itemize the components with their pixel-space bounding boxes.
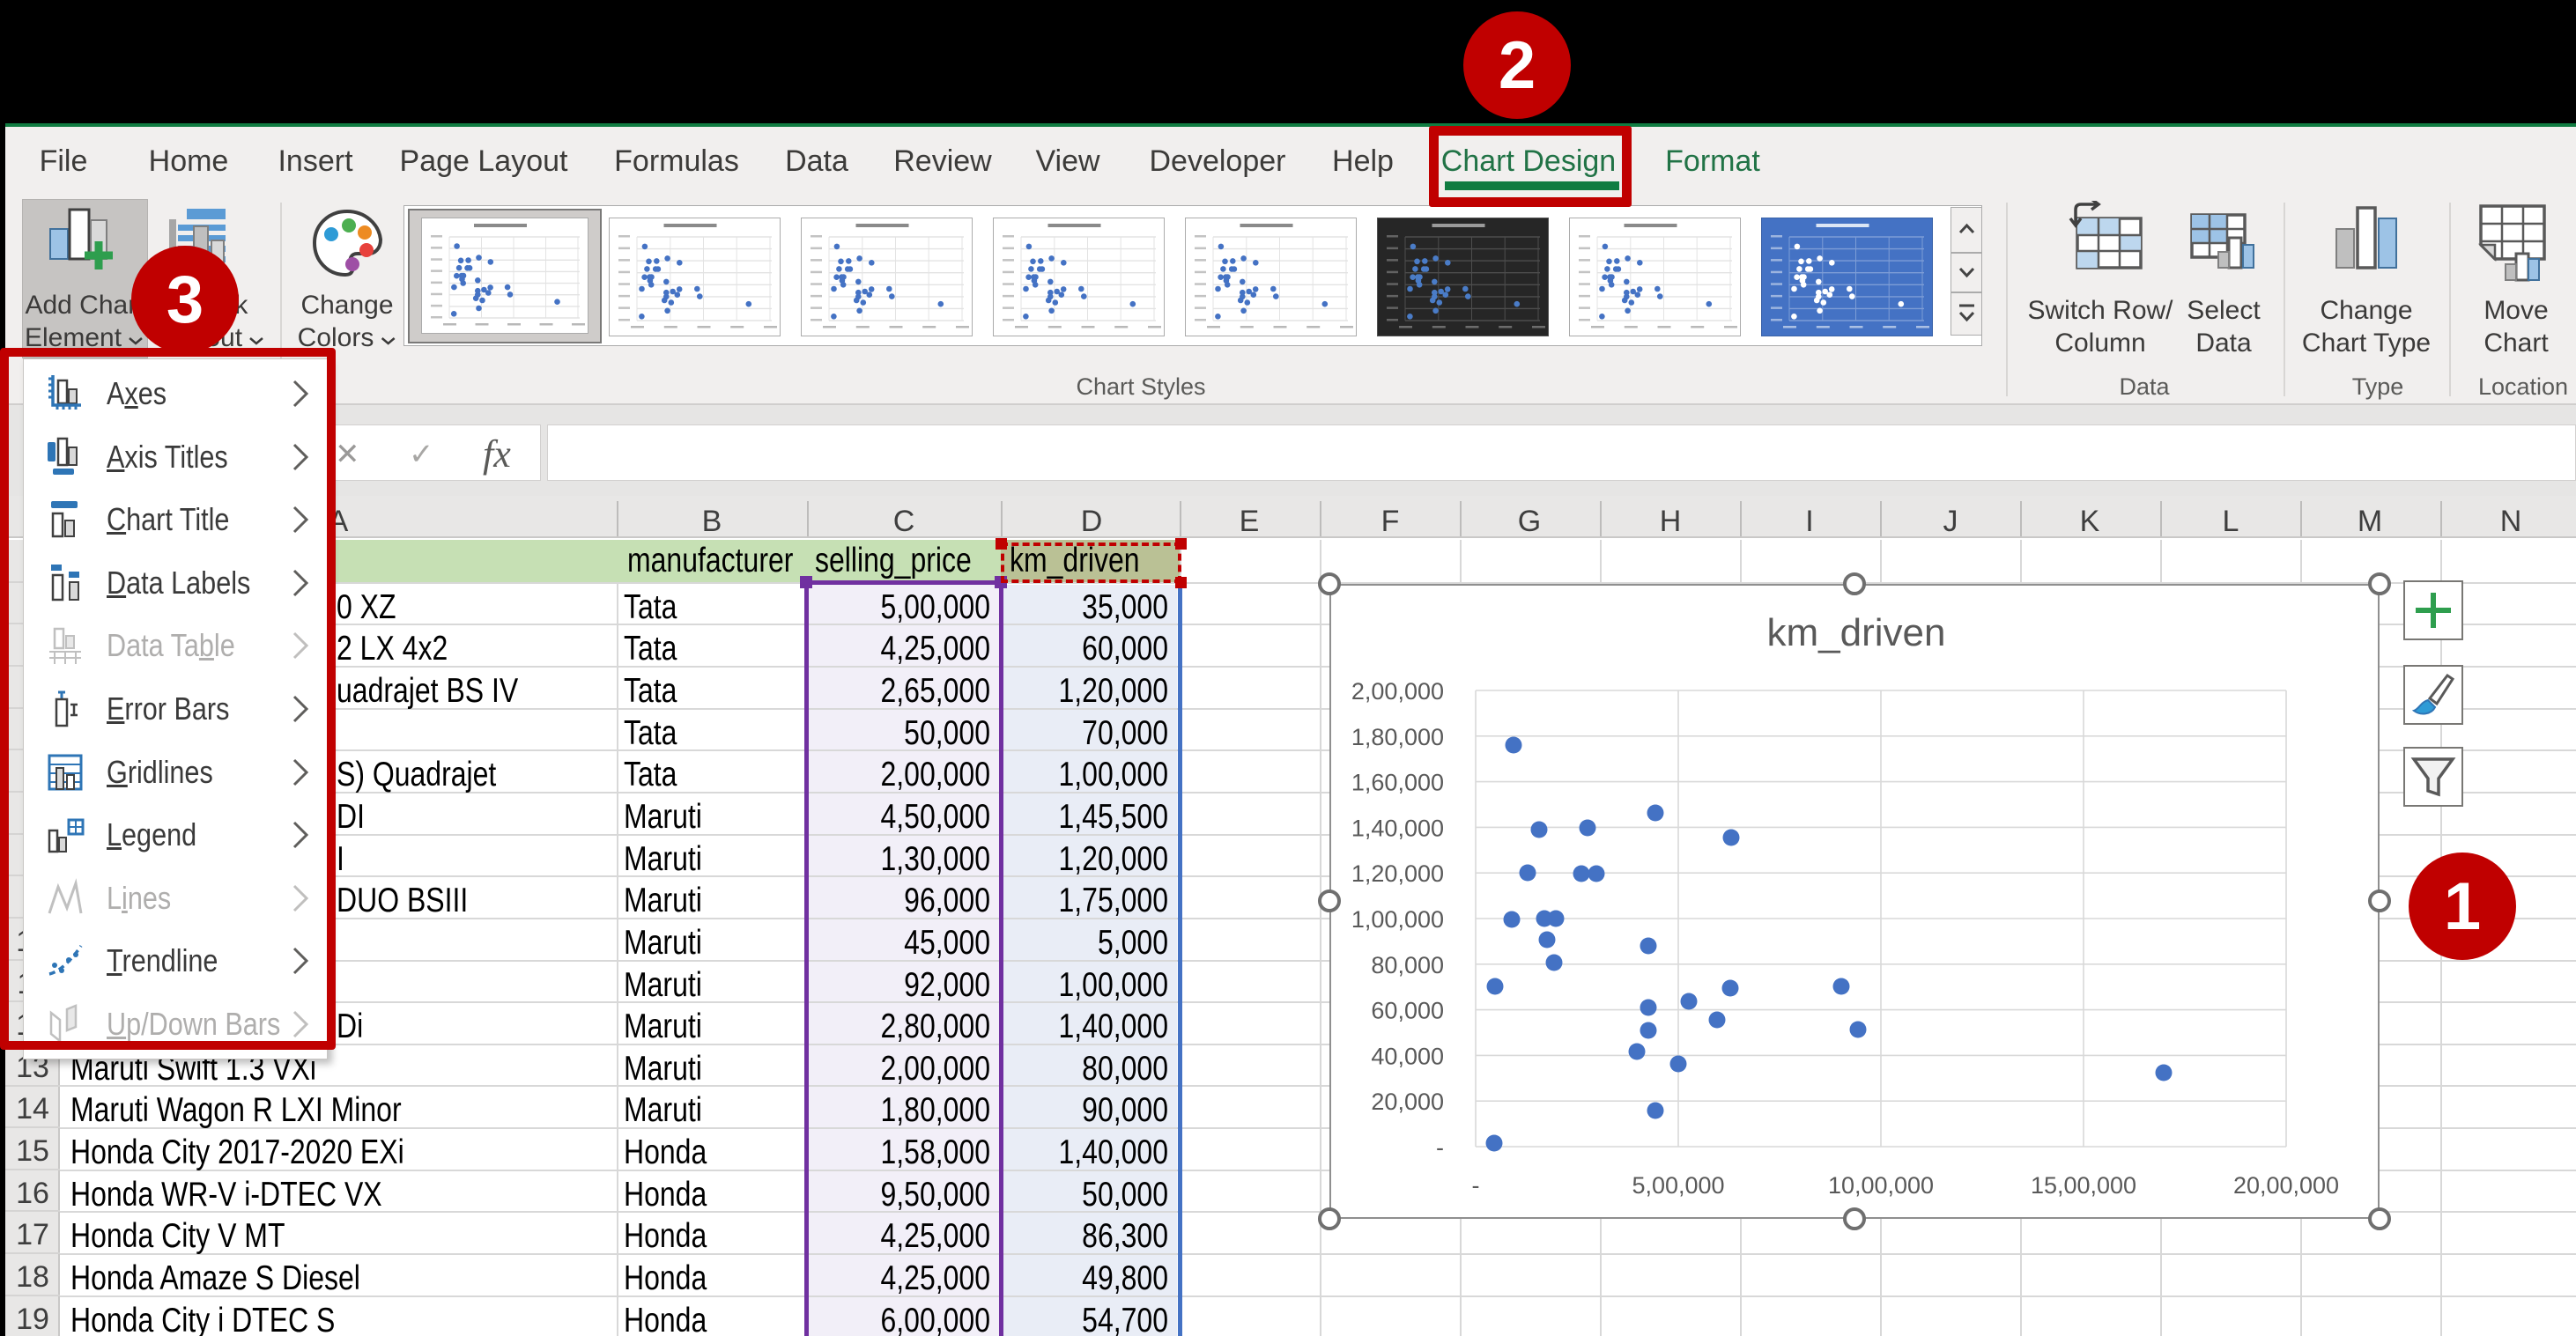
- svg-text:km_driven: km_driven: [1767, 611, 1946, 654]
- svg-text:20,000: 20,000: [1371, 1089, 1444, 1115]
- svg-text:5,00,000: 5,00,000: [1632, 1172, 1724, 1199]
- svg-text:1,20,000: 1,20,000: [1351, 860, 1444, 887]
- svg-text:1,60,000: 1,60,000: [1351, 770, 1444, 796]
- svg-text:10,00,000: 10,00,000: [1828, 1172, 1934, 1199]
- svg-text:1,80,000: 1,80,000: [1351, 724, 1444, 750]
- svg-text:-: -: [1436, 1134, 1444, 1161]
- svg-text:-: -: [1472, 1172, 1480, 1199]
- svg-text:20,00,000: 20,00,000: [2233, 1172, 2339, 1199]
- svg-text:2,00,000: 2,00,000: [1351, 678, 1444, 705]
- svg-text:60,000: 60,000: [1371, 998, 1444, 1024]
- svg-text:80,000: 80,000: [1371, 952, 1444, 978]
- svg-text:1,40,000: 1,40,000: [1351, 815, 1444, 841]
- svg-text:1,00,000: 1,00,000: [1351, 906, 1444, 933]
- svg-text:15,00,000: 15,00,000: [2031, 1172, 2136, 1199]
- svg-text:40,000: 40,000: [1371, 1043, 1444, 1069]
